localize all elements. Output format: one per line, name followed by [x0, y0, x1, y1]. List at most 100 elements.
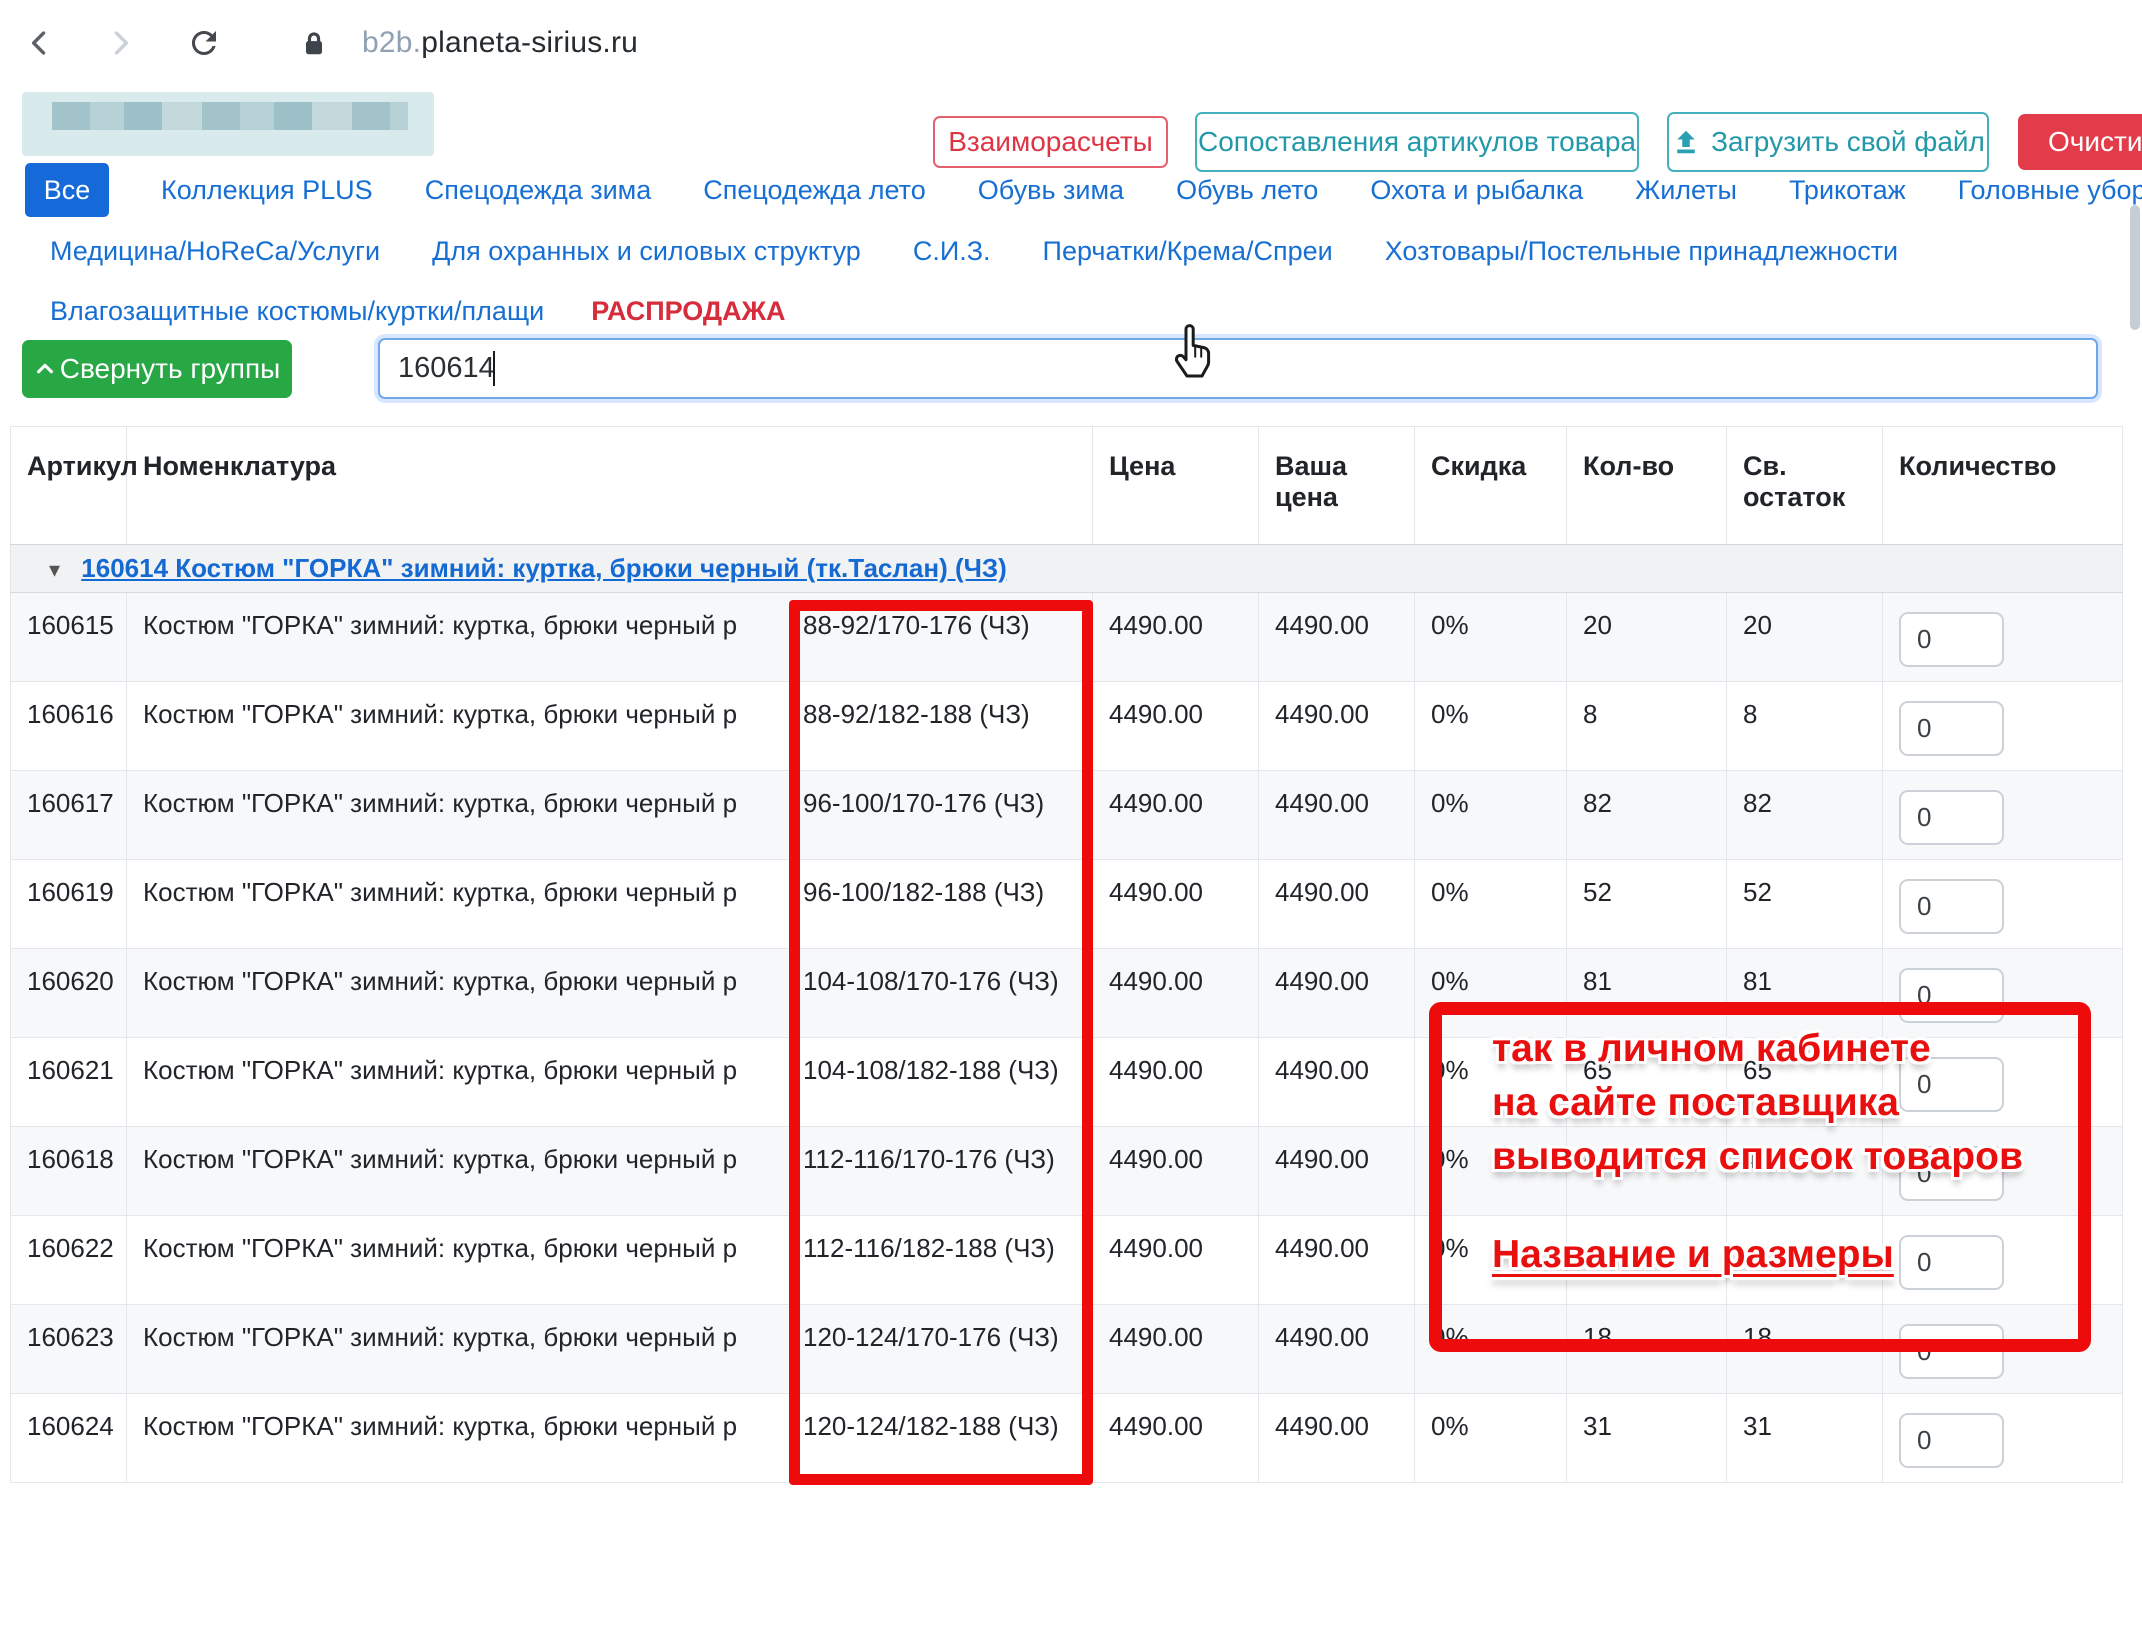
nomenclature-cell: Костюм "ГОРКА" зимний: куртка, брюки чер…	[126, 1037, 1093, 1127]
article-cell: 160618	[10, 1126, 127, 1216]
product-name: Костюм "ГОРКА" зимний: куртка, брюки чер…	[143, 610, 738, 640]
product-size: 88-92/182-188 (ЧЗ)	[803, 699, 1030, 729]
lock-icon	[288, 17, 340, 69]
product-size: 96-100/170-176 (ЧЗ)	[803, 788, 1045, 818]
chevron-up-icon	[34, 358, 56, 380]
quantity-input[interactable]	[1899, 1413, 2004, 1468]
discount-cell: 0%	[1414, 770, 1567, 860]
product-row: 160617 Костюм "ГОРКА" зимний: куртка, бр…	[10, 770, 2123, 860]
tab-rasprodazha[interactable]: РАСПРОДАЖА	[591, 296, 785, 327]
table-header-row: Артикул Номенклатура Цена Ваша цена Скид…	[10, 426, 2123, 545]
product-size: 120-124/182-188 (ЧЗ)	[803, 1411, 1059, 1441]
article-matching-label: Сопоставления артикулов товара	[1198, 126, 1636, 157]
quantity-input[interactable]	[1899, 612, 2004, 667]
quantity-cell	[1882, 1037, 2123, 1127]
product-size: 104-108/170-176 (ЧЗ)	[803, 966, 1059, 996]
tab-specodezhda-leto[interactable]: Спецодежда лето	[703, 175, 925, 206]
tab-kollekciya-plus[interactable]: Коллекция PLUS	[161, 175, 373, 206]
mutual-settlements-button[interactable]: Взаиморасчеты	[933, 116, 1168, 168]
discount-cell: 0%	[1414, 1215, 1567, 1305]
discount-cell: 0%	[1414, 859, 1567, 949]
price-cell: 4490.00	[1092, 770, 1259, 860]
forward-icon[interactable]	[94, 17, 146, 69]
collapse-groups-button[interactable]: Свернуть группы	[22, 340, 292, 398]
search-wrap	[378, 338, 2098, 399]
your-price-cell: 4490.00	[1258, 948, 1415, 1038]
price-cell: 4490.00	[1092, 948, 1259, 1038]
your-price-cell: 4490.00	[1258, 1304, 1415, 1394]
tab-specodezhda-zima[interactable]: Спецодежда зима	[425, 175, 652, 206]
price-cell: 4490.00	[1092, 859, 1259, 949]
col-stock: Св. остаток	[1726, 426, 1883, 545]
quantity-cell	[1882, 770, 2123, 860]
tab-siz[interactable]: С.И.З.	[913, 236, 991, 267]
discount-cell: 0%	[1414, 1037, 1567, 1127]
product-name: Костюм "ГОРКА" зимний: куртка, брюки чер…	[143, 1144, 738, 1174]
tab-ohrannye-struktury[interactable]: Для охранных и силовых структур	[432, 236, 861, 267]
group-expand-caret[interactable]: ▾	[49, 557, 60, 582]
quantity-input[interactable]	[1899, 879, 2004, 934]
tab-perchatki[interactable]: Перчатки/Крема/Спреи	[1043, 236, 1333, 267]
reload-icon[interactable]	[178, 17, 230, 69]
col-your-price: Ваша цена	[1258, 426, 1415, 545]
qty-cell	[1566, 1215, 1727, 1305]
nomenclature-cell: Костюм "ГОРКА" зимний: куртка, брюки чер…	[126, 681, 1093, 771]
tab-trikotazh[interactable]: Трикотаж	[1789, 175, 1906, 206]
product-row: 160621 Костюм "ГОРКА" зимний: куртка, бр…	[10, 1037, 2123, 1127]
product-name: Костюм "ГОРКА" зимний: куртка, брюки чер…	[143, 1233, 738, 1263]
url-subdomain: b2b.	[362, 26, 422, 59]
price-cell: 4490.00	[1092, 1037, 1259, 1127]
col-nomenclature: Номенклатура	[126, 426, 1093, 545]
product-name: Костюм "ГОРКА" зимний: куртка, брюки чер…	[143, 877, 738, 907]
quantity-input[interactable]	[1899, 790, 2004, 845]
address-bar[interactable]: b2b.planeta-sirius.ru	[362, 26, 638, 60]
tab-medicina-horeca[interactable]: Медицина/HoReCa/Услуги	[50, 236, 380, 267]
tab-hoztovary[interactable]: Хозтовары/Постельные принадлежности	[1385, 236, 1898, 267]
product-size: 112-116/170-176 (ЧЗ)	[803, 1144, 1055, 1174]
tab-zhilety[interactable]: Жилеты	[1635, 175, 1737, 206]
tab-golovnye-ubory[interactable]: Головные уборы / подшлемники	[1958, 175, 2142, 206]
scrollbar-thumb[interactable]	[2130, 205, 2140, 330]
clear-button[interactable]: Очистить	[2018, 114, 2142, 170]
quantity-input[interactable]	[1899, 1324, 2004, 1379]
your-price-cell: 4490.00	[1258, 592, 1415, 682]
nomenclature-cell: Костюм "ГОРКА" зимний: куртка, брюки чер…	[126, 770, 1093, 860]
qty-cell: 81	[1566, 948, 1727, 1038]
quantity-input[interactable]	[1899, 1057, 2004, 1112]
tab-all[interactable]: Все	[25, 163, 109, 217]
tabs-row-1: Все Коллекция PLUS Спецодежда зима Спецо…	[25, 163, 2142, 217]
product-size: 96-100/182-188 (ЧЗ)	[803, 877, 1045, 907]
your-price-cell: 4490.00	[1258, 1037, 1415, 1127]
back-icon[interactable]	[14, 17, 66, 69]
search-input[interactable]	[378, 338, 2098, 399]
nomenclature-cell: Костюм "ГОРКА" зимний: куртка, брюки чер…	[126, 1304, 1093, 1394]
quantity-input[interactable]	[1899, 701, 2004, 756]
product-row: 160623 Костюм "ГОРКА" зимний: куртка, бр…	[10, 1304, 2123, 1394]
your-price-cell: 4490.00	[1258, 1215, 1415, 1305]
quantity-input[interactable]	[1899, 1235, 2004, 1290]
quantity-cell	[1882, 1126, 2123, 1216]
price-cell: 4490.00	[1092, 681, 1259, 771]
product-row: 160615 Костюм "ГОРКА" зимний: куртка, бр…	[10, 592, 2123, 682]
article-cell: 160617	[10, 770, 127, 860]
stock-cell: 44	[1726, 1126, 1883, 1216]
tab-obuv-zima[interactable]: Обувь зима	[978, 175, 1124, 206]
price-cell: 4490.00	[1092, 592, 1259, 682]
discount-cell: 0%	[1414, 1393, 1567, 1483]
quantity-cell	[1882, 1215, 2123, 1305]
col-quantity: Количество	[1882, 426, 2123, 545]
quantity-input[interactable]	[1899, 1146, 2004, 1201]
products-table: Артикул Номенклатура Цена Ваша цена Скид…	[10, 426, 2123, 1483]
stock-cell	[1726, 1215, 1883, 1305]
price-cell: 4490.00	[1092, 1126, 1259, 1216]
qty-cell: 44	[1566, 1126, 1727, 1216]
article-cell: 160615	[10, 592, 127, 682]
group-link[interactable]: 160614 Костюм "ГОРКА" зимний: куртка, бр…	[81, 553, 1007, 583]
article-cell: 160624	[10, 1393, 127, 1483]
tab-vlagozashchitnye[interactable]: Влагозащитные костюмы/куртки/плащи	[50, 296, 544, 327]
mutual-settlements-label: Взаиморасчеты	[948, 126, 1153, 157]
quantity-input[interactable]	[1899, 968, 2004, 1023]
tab-ohota-rybalka[interactable]: Охота и рыбалка	[1370, 175, 1583, 206]
col-article: Артикул	[10, 426, 138, 545]
tab-obuv-leto[interactable]: Обувь лето	[1176, 175, 1318, 206]
